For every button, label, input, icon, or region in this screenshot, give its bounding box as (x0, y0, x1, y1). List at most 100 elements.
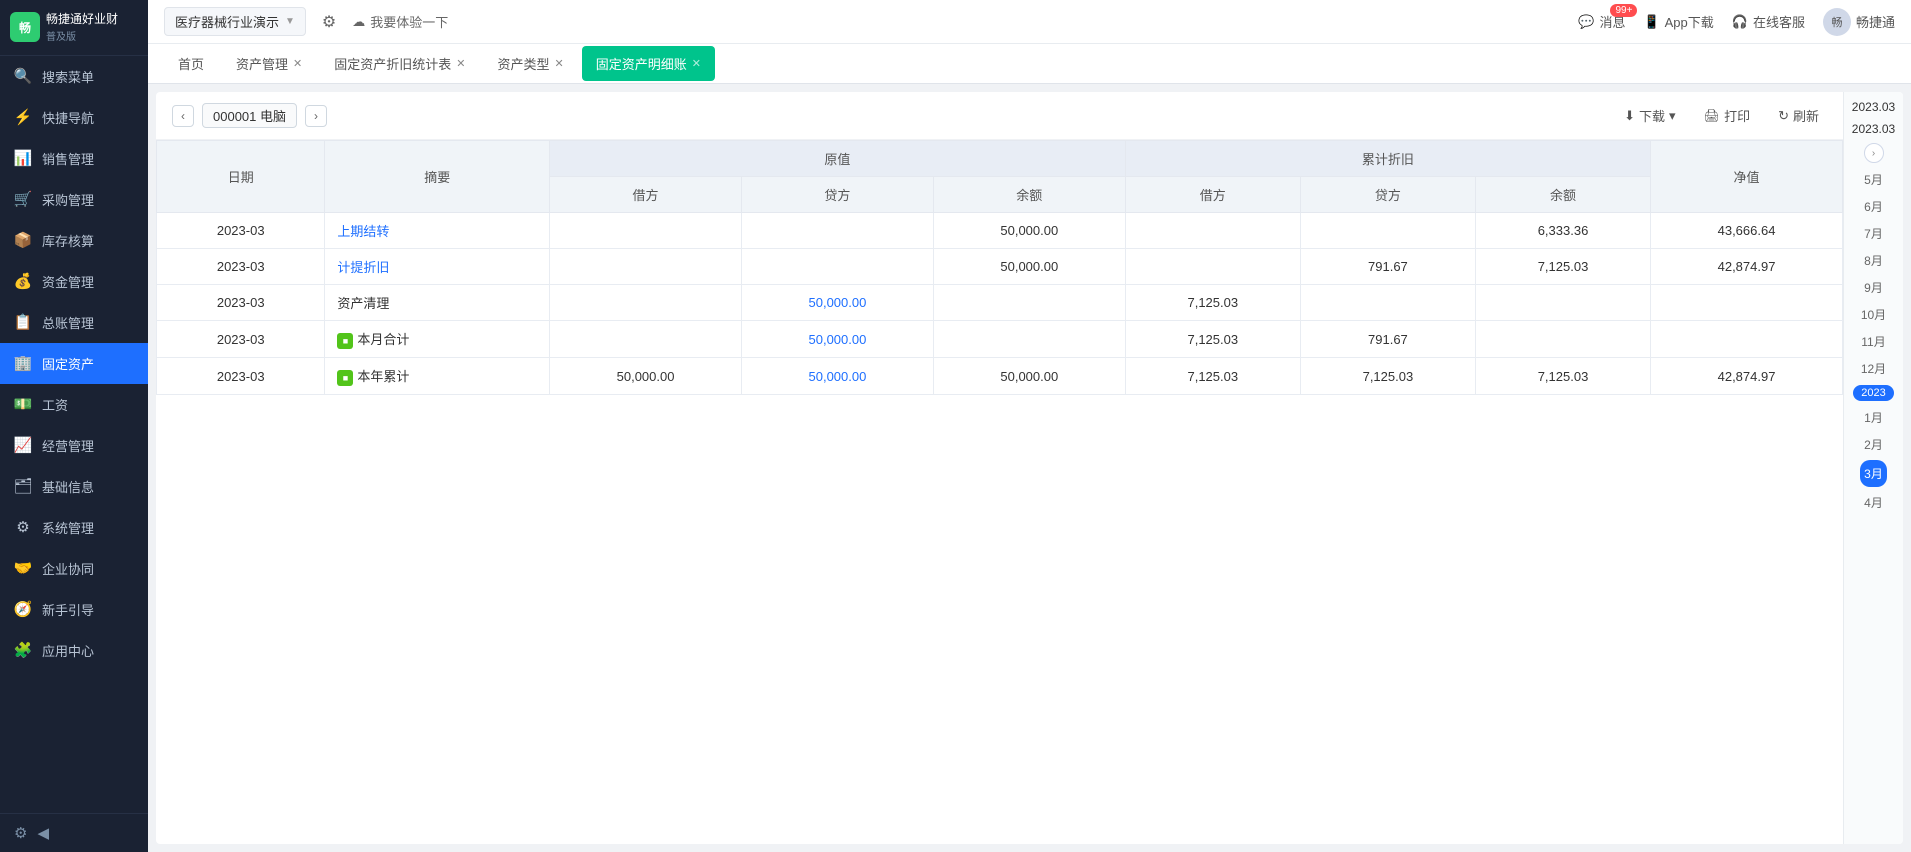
next-asset-btn[interactable]: › (305, 105, 327, 127)
sidebar-item-quick-nav[interactable]: ⚡ 快捷导航 (0, 97, 148, 138)
timeline-month-9月[interactable]: 9月 (1857, 274, 1890, 301)
table-row: 2023-03 ■本月合计 50,000.00 7,125.03 791.67 (157, 321, 1843, 358)
cell-orig-credit (741, 249, 933, 285)
sidebar-label-ledger: 总账管理 (42, 313, 94, 332)
user-profile[interactable]: 畅 畅捷通 (1823, 8, 1895, 36)
refresh-btn[interactable]: ↻ 刷新 (1770, 102, 1827, 129)
system-icon: ⚙ (14, 518, 32, 536)
timeline-month-curr-1月[interactable]: 1月 (1854, 404, 1893, 431)
timeline-month-5月[interactable]: 5月 (1857, 166, 1890, 193)
sidebar-item-inventory[interactable]: 📦 库存核算 (0, 220, 148, 261)
sidebar-logo: 畅 畅捷通好业财 普及版 (0, 0, 148, 56)
quick-nav-icon: ⚡ (14, 108, 32, 126)
logo-name: 畅捷通好业财 (46, 12, 118, 28)
tabs-bar: 首页资产管理✕固定资产折旧统计表✕资产类型✕固定资产明细账✕ (148, 44, 1911, 84)
sidebar-item-purchase[interactable]: 🛒 采购管理 (0, 179, 148, 220)
cell-acc-debit: 7,125.03 (1125, 358, 1300, 395)
tab-asset-management[interactable]: 资产管理✕ (222, 46, 316, 81)
cell-date: 2023-03 (157, 321, 325, 358)
prev-icon: ‹ (181, 109, 185, 123)
sidebar-nav: 🔍 搜索菜单 ⚡ 快捷导航 📊 销售管理 🛒 采购管理 📦 库存核算 💰 资金管… (0, 56, 148, 813)
timeline-month-10月[interactable]: 10月 (1857, 301, 1890, 328)
cell-orig-debit (550, 285, 742, 321)
sidebar-item-system[interactable]: ⚙ 系统管理 (0, 507, 148, 548)
col-original-value-group: 原值 (550, 141, 1126, 177)
print-btn[interactable]: 🖨 打印 (1696, 102, 1759, 129)
fund-icon: 💰 (14, 272, 32, 290)
collapse-icon[interactable]: ◀ (37, 824, 49, 842)
cell-orig-balance (933, 285, 1125, 321)
cell-date: 2023-03 (157, 285, 325, 321)
timeline-month-6月[interactable]: 6月 (1857, 193, 1890, 220)
online-support-action[interactable]: 🎧 在线客服 (1732, 12, 1805, 31)
settings-gear-icon[interactable]: ⚙ (318, 8, 340, 36)
tab-close-depreciation-stats[interactable]: ✕ (456, 57, 465, 70)
sidebar-item-operations[interactable]: 📈 经营管理 (0, 425, 148, 466)
project-name: 医疗器械行业演示 (175, 12, 279, 31)
refresh-label: 刷新 (1793, 106, 1819, 125)
sidebar-item-salary[interactable]: 💵 工资 (0, 384, 148, 425)
sales-icon: 📊 (14, 149, 32, 167)
tab-depreciation-stats[interactable]: 固定资产折旧统计表 ✕ (320, 46, 479, 81)
tab-close-asset-type[interactable]: ✕ (555, 57, 564, 70)
tab-label-asset-type: 资产类型 (497, 54, 549, 73)
asset-code: 000001 (213, 109, 256, 124)
sidebar-bottom: ⚙ ◀ (0, 813, 148, 852)
app-download-action[interactable]: 📱 App下载 (1643, 12, 1713, 31)
experience-btn[interactable]: ☁ 我要体验一下 (352, 12, 448, 31)
data-table-wrapper: 日期 摘要 原值 累计折旧 净值 借方 贷方 余额 借方 贷方 余额 (156, 140, 1843, 844)
timeline-month-curr-3月[interactable]: 3月 (1860, 460, 1887, 487)
experience-icon: ☁ (352, 14, 365, 30)
orig-debit: 借方 (550, 177, 742, 213)
inventory-icon: 📦 (14, 231, 32, 249)
timeline-month-curr-4月[interactable]: 4月 (1854, 489, 1893, 516)
settings-icon[interactable]: ⚙ (14, 824, 27, 842)
acc-credit: 贷方 (1300, 177, 1475, 213)
col-net-value: 净值 (1651, 141, 1843, 213)
sidebar-item-sales[interactable]: 📊 销售管理 (0, 138, 148, 179)
sidebar-item-enterprise[interactable]: 🤝 企业协同 (0, 548, 148, 589)
project-selector[interactable]: 医疗器械行业演示 ▼ (164, 7, 306, 36)
sidebar-item-guide[interactable]: 🧭 新手引导 (0, 589, 148, 630)
sidebar-label-fixed-assets: 固定资产 (42, 354, 94, 373)
download-btn[interactable]: ⬇ 下载 ▾ (1616, 102, 1683, 129)
timeline-collapse-btn[interactable]: › (1864, 143, 1884, 163)
prev-asset-btn[interactable]: ‹ (172, 105, 194, 127)
timeline-month-8月[interactable]: 8月 (1857, 247, 1890, 274)
timeline-header-2: 2023.03 (1846, 118, 1901, 140)
timeline-month-12月[interactable]: 12月 (1857, 355, 1890, 382)
orig-balance: 余额 (933, 177, 1125, 213)
timeline-month-curr-2月[interactable]: 2月 (1854, 431, 1893, 458)
main-panel: ‹ 000001 电脑 › ⬇ 下载 ▾ 🖨 (156, 92, 1843, 844)
sidebar-item-app-center[interactable]: 🧩 应用中心 (0, 630, 148, 671)
orig-credit: 贷方 (741, 177, 933, 213)
sidebar-label-inventory: 库存核算 (42, 231, 94, 250)
logo-sub: 普及版 (46, 28, 118, 43)
table-row: 2023-03 资产清理 50,000.00 7,125.03 (157, 285, 1843, 321)
sidebar-item-basics[interactable]: 🗂 基础信息 (0, 466, 148, 507)
table-row: 2023-03 上期结转 50,000.00 6,333.36 43,666.6… (157, 213, 1843, 249)
tab-label-depreciation-stats: 固定资产折旧统计表 (334, 54, 451, 73)
enterprise-icon: 🤝 (14, 559, 32, 577)
tab-close-asset-management[interactable]: ✕ (293, 57, 302, 70)
messages-action[interactable]: 💬 消息 99+ (1578, 12, 1625, 31)
sidebar-label-guide: 新手引导 (42, 600, 94, 619)
sidebar-item-fund[interactable]: 💰 资金管理 (0, 261, 148, 302)
cell-net-value (1651, 321, 1843, 358)
app-download-label: App下载 (1665, 12, 1714, 31)
sidebar-item-fixed-assets[interactable]: 🏢 固定资产 (0, 343, 148, 384)
sidebar-item-ledger[interactable]: 📋 总账管理 (0, 302, 148, 343)
sidebar-item-search[interactable]: 🔍 搜索菜单 (0, 56, 148, 97)
purchase-icon: 🛒 (14, 190, 32, 208)
ledger-table: 日期 摘要 原值 累计折旧 净值 借方 贷方 余额 借方 贷方 余额 (156, 140, 1843, 395)
cell-acc-balance (1475, 285, 1650, 321)
tab-home[interactable]: 首页 (164, 46, 218, 81)
timeline-month-7月[interactable]: 7月 (1857, 220, 1890, 247)
tab-asset-type[interactable]: 资产类型 ✕ (483, 46, 577, 81)
tab-asset-detail-ledger[interactable]: 固定资产明细账✕ (582, 46, 715, 81)
timeline-month-11月[interactable]: 11月 (1857, 328, 1890, 355)
sidebar-label-enterprise: 企业协同 (42, 559, 94, 578)
tab-close-asset-detail-ledger[interactable]: ✕ (692, 57, 701, 70)
messages-badge: 99+ (1610, 4, 1637, 17)
cell-acc-balance: 7,125.03 (1475, 249, 1650, 285)
